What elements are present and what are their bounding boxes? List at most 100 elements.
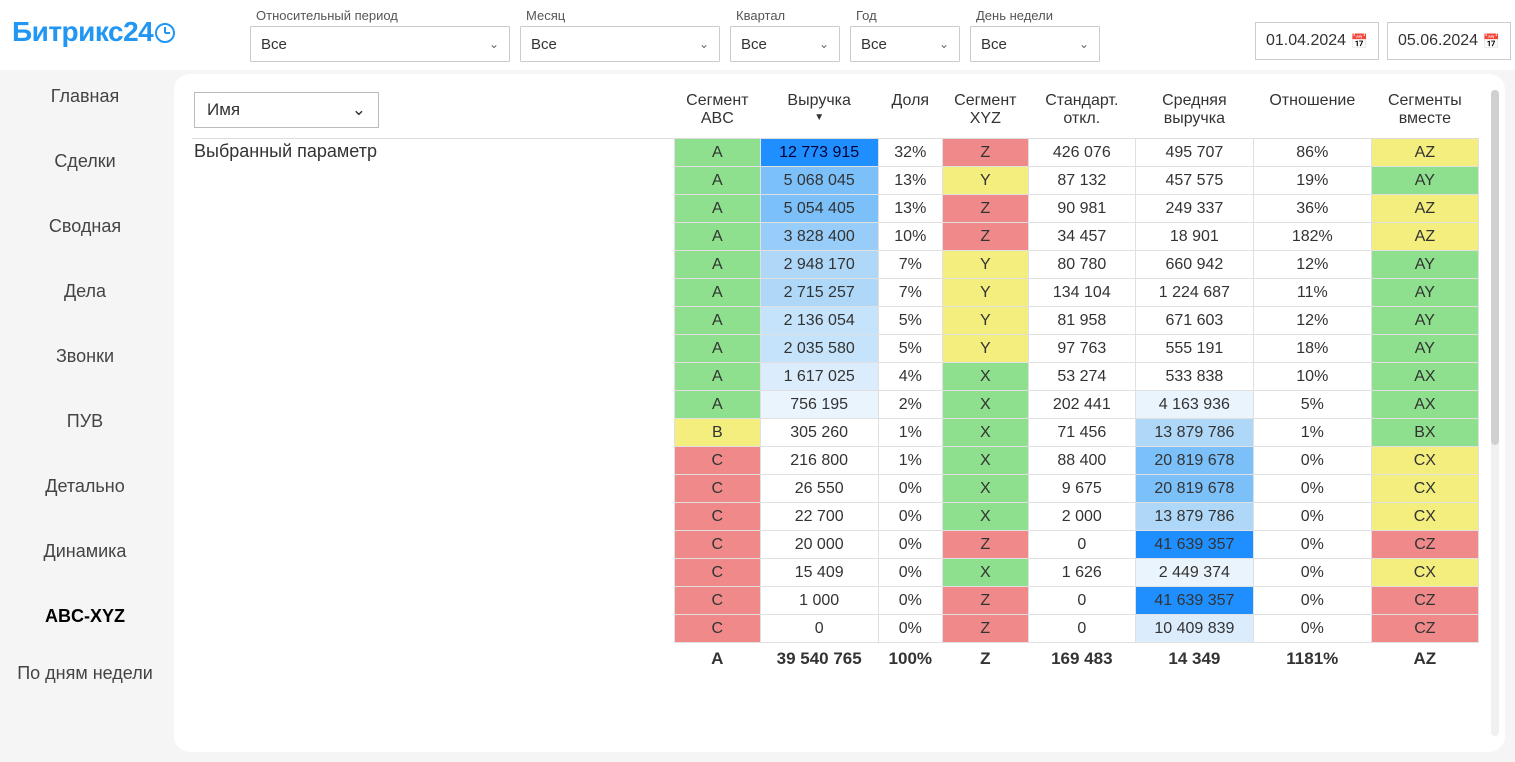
cell-share: 5% <box>878 335 942 363</box>
date-to-value: 05.06.2024 <box>1398 32 1478 50</box>
cell-ratio: 0% <box>1253 447 1371 475</box>
cell-std: 2 000 <box>1028 503 1135 531</box>
sidebar-item-8[interactable]: ABC-XYZ <box>0 584 170 649</box>
cell-combo: AY <box>1371 167 1478 195</box>
col-header-rev-label: Выручка <box>787 92 850 109</box>
cell-share: 4% <box>878 363 942 391</box>
cell-combo: AZ <box>1371 139 1478 167</box>
cell-std: 53 274 <box>1028 363 1135 391</box>
filter-select-1[interactable]: Все⌄ <box>520 26 720 62</box>
cell-ratio: 0% <box>1253 503 1371 531</box>
cell-std: 87 132 <box>1028 167 1135 195</box>
col-header-abc[interactable]: Сегмент ABC <box>674 88 760 139</box>
cell-ratio: 5% <box>1253 391 1371 419</box>
footer-abc: A <box>674 643 760 676</box>
cell-abc: A <box>674 223 760 251</box>
col-header-rev[interactable]: Выручка ▼ <box>760 88 878 139</box>
sidebar-item-7[interactable]: Динамика <box>0 519 170 584</box>
chevron-down-icon: ⌄ <box>819 37 829 51</box>
filter-value: Все <box>741 36 767 53</box>
cell-ratio: 12% <box>1253 307 1371 335</box>
cell-abc: C <box>674 475 760 503</box>
cell-avg: 20 819 678 <box>1135 475 1253 503</box>
cell-share: 2% <box>878 391 942 419</box>
cell-rev: 0 <box>760 615 878 643</box>
cell-share: 13% <box>878 167 942 195</box>
date-from-input[interactable]: 01.04.2024 📅 <box>1255 22 1379 60</box>
table-row: Выбранный параметрA12 773 91532%Z426 076… <box>192 139 1479 167</box>
cell-xyz: X <box>942 503 1028 531</box>
cell-xyz: Y <box>942 307 1028 335</box>
cell-std: 1 626 <box>1028 559 1135 587</box>
cell-xyz: Z <box>942 139 1028 167</box>
cell-rev: 756 195 <box>760 391 878 419</box>
table-row: C20 0000%Z041 639 3570%CZ <box>192 531 1479 559</box>
cell-avg: 20 819 678 <box>1135 447 1253 475</box>
cell-std: 80 780 <box>1028 251 1135 279</box>
col-header-share[interactable]: Доля <box>878 88 942 139</box>
chevron-down-icon: ⌄ <box>939 37 949 51</box>
cell-abc: C <box>674 447 760 475</box>
cell-share: 1% <box>878 447 942 475</box>
cell-rev: 2 948 170 <box>760 251 878 279</box>
sidebar-item-2[interactable]: Сводная <box>0 194 170 259</box>
filter-select-2[interactable]: Все ⌄ <box>730 26 840 62</box>
filter-label: Относительный период <box>250 8 510 23</box>
logo: Битрикс24 <box>12 8 242 48</box>
cell-abc: C <box>674 587 760 615</box>
table-footer-row: A 39 540 765 100% Z 169 483 14 349 1181%… <box>192 643 1479 676</box>
table-row: A2 715 2577%Y134 1041 224 68711%AY <box>192 279 1479 307</box>
col-header-avg[interactable]: Средняя выручка <box>1135 88 1253 139</box>
sidebar-item-3[interactable]: Дела <box>0 259 170 324</box>
filter-label: Год <box>850 8 960 23</box>
topbar: Битрикс24 Относительный периодВсе⌄МесяцВ… <box>0 0 1515 70</box>
cell-combo: AY <box>1371 279 1478 307</box>
cell-ratio: 12% <box>1253 251 1371 279</box>
cell-share: 0% <box>878 503 942 531</box>
footer-rev: 39 540 765 <box>760 643 878 676</box>
cell-combo: CZ <box>1371 531 1478 559</box>
cell-share: 32% <box>878 139 942 167</box>
filter-value: Все <box>261 36 287 53</box>
sidebar-item-9[interactable]: По дням недели <box>0 649 170 695</box>
col-header-ratio[interactable]: Отношение <box>1253 88 1371 139</box>
sidebar-item-6[interactable]: Детально <box>0 454 170 519</box>
cell-abc: C <box>674 531 760 559</box>
col-header-std[interactable]: Стандарт. откл. <box>1028 88 1135 139</box>
filter-select-3[interactable]: Все⌄ <box>850 26 960 62</box>
filter-select-4[interactable]: Все⌄ <box>970 26 1100 62</box>
sidebar-item-5[interactable]: ПУВ <box>0 389 170 454</box>
cell-combo: AY <box>1371 251 1478 279</box>
cell-abc: C <box>674 615 760 643</box>
col-header-xyz[interactable]: Сегмент XYZ <box>942 88 1028 139</box>
name-select[interactable]: Имя ⌄ <box>194 92 379 128</box>
logo-text: Битрикс24 <box>12 16 153 47</box>
cell-rev: 2 136 054 <box>760 307 878 335</box>
cell-ratio: 0% <box>1253 531 1371 559</box>
sidebar-item-0[interactable]: Главная <box>0 80 170 129</box>
cell-combo: AZ <box>1371 223 1478 251</box>
cell-xyz: X <box>942 475 1028 503</box>
main-panel: Имя ⌄ Сегмент ABC Выручка ▼ Доля Сегмент… <box>174 74 1505 752</box>
footer-xyz: Z <box>942 643 1028 676</box>
col-header-combo[interactable]: Сегменты вместе <box>1371 88 1478 139</box>
table-row: C216 8001%X88 40020 819 6780%CX <box>192 447 1479 475</box>
filter-select-0[interactable]: Все⌄ <box>250 26 510 62</box>
cell-rev: 5 054 405 <box>760 195 878 223</box>
cell-std: 71 456 <box>1028 419 1135 447</box>
cell-xyz: Z <box>942 223 1028 251</box>
cell-ratio: 0% <box>1253 559 1371 587</box>
sidebar: ГлавнаяСделкиСводнаяДелаЗвонкиПУВДетальн… <box>0 70 170 762</box>
cell-rev: 22 700 <box>760 503 878 531</box>
scrollbar[interactable] <box>1491 90 1499 736</box>
filter-bar: Относительный периодВсе⌄МесяцВсе⌄Квартал… <box>250 8 1247 62</box>
sidebar-item-1[interactable]: Сделки <box>0 129 170 194</box>
sidebar-item-4[interactable]: Звонки <box>0 324 170 389</box>
cell-std: 0 <box>1028 587 1135 615</box>
scrollbar-thumb[interactable] <box>1491 90 1499 445</box>
table-row: C26 5500%X9 67520 819 6780%CX <box>192 475 1479 503</box>
cell-rev: 20 000 <box>760 531 878 559</box>
cell-std: 97 763 <box>1028 335 1135 363</box>
cell-abc: A <box>674 279 760 307</box>
date-to-input[interactable]: 05.06.2024 📅 <box>1387 22 1511 60</box>
